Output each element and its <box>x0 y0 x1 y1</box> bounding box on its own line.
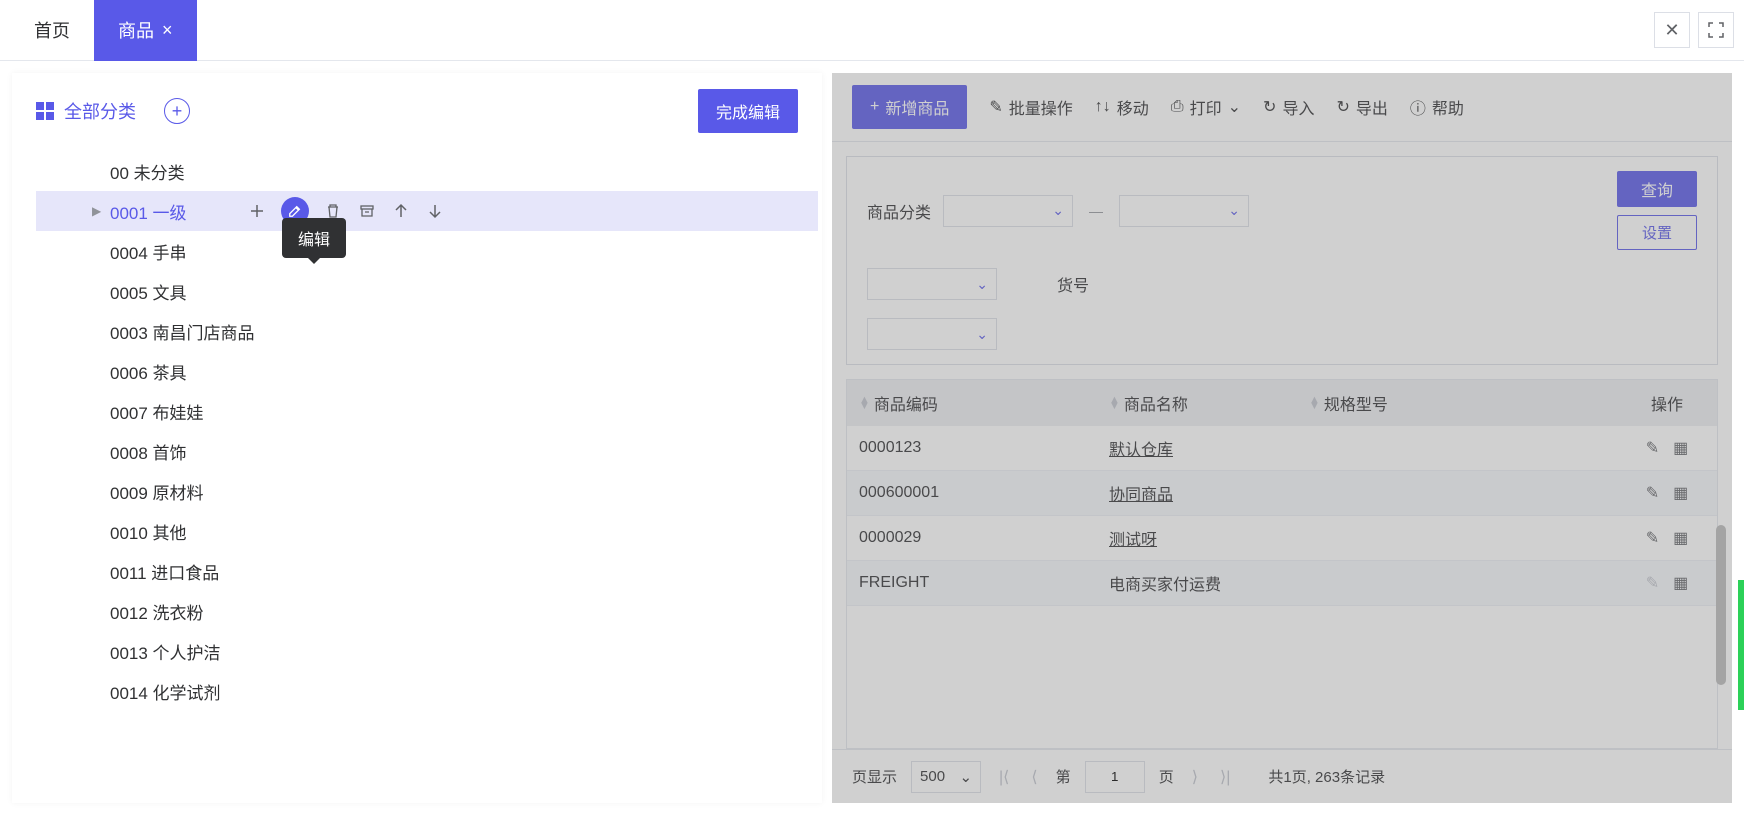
expand-icon[interactable]: ▶ <box>92 204 101 218</box>
tree-item[interactable]: 0014 化学试剂 <box>36 671 818 711</box>
close-icon[interactable]: × <box>162 20 173 41</box>
tree-item[interactable]: 00 未分类 <box>36 151 818 191</box>
add-category-button[interactable]: + <box>164 98 190 124</box>
tree-item[interactable]: 0007 布娃娃 <box>36 391 818 431</box>
category-panel: 全部分类 + 完成编辑 编辑 00 未分类 ▶ 0001 一级 <box>12 73 822 803</box>
side-accent <box>1738 580 1744 710</box>
tab-home[interactable]: 首页 <box>10 0 94 61</box>
tree-item[interactable]: 0003 南昌门店商品 <box>36 311 818 351</box>
tree-item-selected[interactable]: ▶ 0001 一级 <box>36 191 818 231</box>
fullscreen-icon <box>1708 22 1724 38</box>
tab-bar: 首页 商品 × ✕ <box>0 0 1744 61</box>
fullscreen-button[interactable] <box>1698 12 1734 48</box>
product-panel: +新增商品 ✎批量操作 ↑↓移动 ⎙打印⌄ ↻导入 ↻导出 ⓘ帮助 商品分类 ⌄… <box>832 73 1732 803</box>
move-down-icon[interactable] <box>425 201 445 221</box>
archive-icon[interactable] <box>357 201 377 221</box>
tree-item[interactable]: 0011 进口食品 <box>36 551 818 591</box>
finish-edit-button[interactable]: 完成编辑 <box>698 89 798 133</box>
grid-icon <box>36 102 54 120</box>
tree-item[interactable]: 0010 其他 <box>36 511 818 551</box>
tab-products[interactable]: 商品 × <box>94 0 197 61</box>
category-tree[interactable]: 00 未分类 ▶ 0001 一级 0004 手串 0005 文具 0003 <box>36 151 822 803</box>
tree-item[interactable]: 0005 文具 <box>36 271 818 311</box>
modal-overlay[interactable] <box>832 73 1732 803</box>
move-up-icon[interactable] <box>391 201 411 221</box>
add-child-icon[interactable] <box>247 201 267 221</box>
tooltip: 编辑 <box>282 218 346 258</box>
tree-item[interactable]: 0008 首饰 <box>36 431 818 471</box>
tree-item[interactable]: 0012 洗衣粉 <box>36 591 818 631</box>
tree-item[interactable]: 0009 原材料 <box>36 471 818 511</box>
tree-item[interactable]: 0013 个人护洁 <box>36 631 818 671</box>
tree-item[interactable]: 0006 茶具 <box>36 351 818 391</box>
all-categories[interactable]: 全部分类 + <box>36 98 190 124</box>
tree-item[interactable]: 0004 手串 <box>36 231 818 271</box>
close-all-button[interactable]: ✕ <box>1654 12 1690 48</box>
